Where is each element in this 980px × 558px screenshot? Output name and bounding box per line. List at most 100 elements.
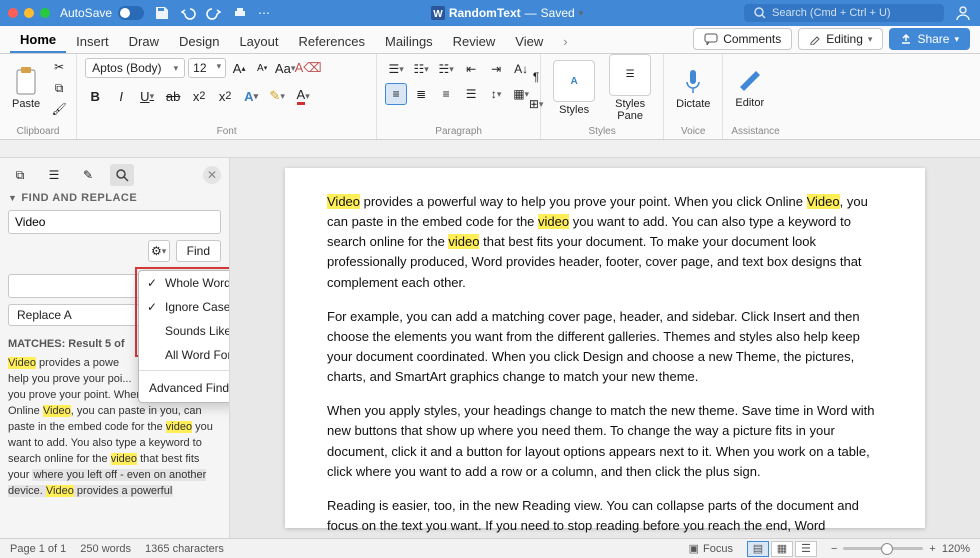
find-replace-title[interactable]: ▼FIND AND REPLACE (8, 192, 221, 204)
italic-button[interactable]: I (111, 86, 131, 106)
minimize-window[interactable] (24, 8, 34, 18)
align-left-icon[interactable]: ≡ (385, 83, 407, 105)
multilevel-icon[interactable]: ☵▾ (435, 58, 457, 80)
font-size-select[interactable]: 12▾ (188, 58, 226, 78)
close-sidebar-icon[interactable]: ✕ (203, 166, 221, 184)
tab-layout[interactable]: Layout (229, 30, 288, 53)
highlight-icon[interactable]: ✎▾ (267, 86, 287, 106)
advanced-find-replace[interactable]: Advanced Find & Replace... (139, 374, 230, 402)
option-ignore-case[interactable]: Ignore Case (139, 295, 230, 319)
tab-references[interactable]: References (289, 30, 375, 53)
word-doc-icon: W (431, 6, 445, 20)
find-replace-sidebar: ⧉ ☰ ✎ ✕ ▼FIND AND REPLACE ⚙▾ Find Replac… (0, 158, 230, 538)
zoom-slider[interactable] (843, 547, 923, 550)
editor-button[interactable]: Editor (731, 65, 768, 111)
paste-button[interactable]: Paste (8, 64, 44, 112)
font-family-select[interactable]: Aptos (Body)▾ (85, 58, 185, 78)
option-sounds-like[interactable]: Sounds Like (139, 319, 230, 343)
line-spacing-icon[interactable]: ↕▾ (485, 83, 507, 105)
menu-separator (139, 370, 230, 371)
thumbnails-tab-icon[interactable]: ⧉ (8, 164, 32, 186)
maximize-window[interactable] (40, 8, 50, 18)
paragraph[interactable]: Video provides a powerful way to help yo… (327, 192, 883, 293)
share-button[interactable]: Share ▾ (889, 28, 970, 50)
review-tab-icon[interactable]: ✎ (76, 164, 100, 186)
tab-home[interactable]: Home (10, 28, 66, 53)
ruler[interactable] (0, 140, 980, 158)
font-color-icon[interactable]: A▾ (293, 86, 313, 106)
clear-format-icon[interactable]: A⌫ (298, 58, 318, 78)
close-window[interactable] (8, 8, 18, 18)
format-painter-icon[interactable]: 🖌 (50, 100, 68, 118)
redo-icon[interactable] (206, 5, 222, 21)
borders-icon[interactable]: ⊞▾ (525, 93, 547, 115)
grow-font-icon[interactable]: A▴ (229, 58, 249, 78)
tab-overflow-icon[interactable]: › (553, 30, 577, 53)
copy-icon[interactable]: ⧉ (50, 79, 68, 97)
dictate-button[interactable]: Dictate (672, 64, 714, 112)
tab-review[interactable]: Review (443, 30, 506, 53)
view-mode-buttons: ▤ ▦ ☰ (747, 541, 817, 557)
shrink-font-icon[interactable]: A▾ (252, 58, 272, 78)
headings-tab-icon[interactable]: ☰ (42, 164, 66, 186)
align-right-icon[interactable]: ≡ (435, 83, 457, 105)
align-center-icon[interactable]: ≣ (410, 83, 432, 105)
quick-access-toolbar: ⋯ (154, 5, 270, 21)
find-input[interactable] (8, 210, 221, 234)
tab-view[interactable]: View (505, 30, 553, 53)
char-count[interactable]: 1365 characters (145, 543, 224, 555)
chevron-down-icon: ▾ (954, 34, 959, 45)
paragraph[interactable]: When you apply styles, your headings cha… (327, 401, 883, 482)
search-box[interactable]: Search (Cmd + Ctrl + U) (744, 4, 944, 22)
paragraph[interactable]: Reading is easier, too, in the new Readi… (327, 496, 883, 538)
option-whole-word[interactable]: Whole Word Only (139, 271, 230, 295)
focus-mode-button[interactable]: ▣ Focus (689, 542, 733, 555)
cut-icon[interactable]: ✂ (50, 58, 68, 76)
tab-insert[interactable]: Insert (66, 30, 119, 53)
search-icon (754, 7, 766, 19)
option-all-word-forms[interactable]: All Word Forms (139, 343, 230, 367)
document-page[interactable]: Video provides a powerful way to help yo… (285, 168, 925, 528)
bullets-icon[interactable]: ☰▾ (385, 58, 407, 80)
account-icon[interactable] (954, 4, 972, 22)
voice-label: Voice (672, 124, 714, 137)
comments-button[interactable]: Comments (693, 28, 792, 50)
save-icon[interactable] (154, 5, 170, 21)
change-case-icon[interactable]: Aa▾ (275, 58, 295, 78)
strikethrough-button[interactable]: ab (163, 86, 183, 106)
text-effects-icon[interactable]: A▾ (241, 86, 261, 106)
web-layout-view[interactable]: ▦ (771, 541, 793, 557)
zoom-out-button[interactable]: − (831, 543, 837, 555)
find-options-gear-icon[interactable]: ⚙▾ (148, 240, 170, 262)
zoom-percent[interactable]: 120% (942, 543, 970, 555)
indent-left-icon[interactable]: ⇤ (460, 58, 482, 80)
search-tab-icon[interactable] (110, 164, 134, 186)
tab-draw[interactable]: Draw (119, 30, 169, 53)
subscript-button[interactable]: x2 (189, 86, 209, 106)
indent-right-icon[interactable]: ⇥ (485, 58, 507, 80)
numbering-icon[interactable]: ☷▾ (410, 58, 432, 80)
find-button[interactable]: Find (176, 240, 221, 262)
more-qat-icon[interactable]: ⋯ (258, 6, 270, 20)
justify-icon[interactable]: ☰ (460, 83, 482, 105)
tab-mailings[interactable]: Mailings (375, 30, 443, 53)
print-icon[interactable] (232, 5, 248, 21)
word-count[interactable]: 250 words (80, 543, 131, 555)
zoom-in-button[interactable]: + (929, 543, 935, 555)
paragraph-group: ☰▾ ☷▾ ☵▾ ⇤ ⇥ A↓ ≡ ≣ ≡ ☰ ↕▾ ▦▾ ¶ ⊞▾ Parag… (377, 54, 541, 139)
bold-button[interactable]: B (85, 86, 105, 106)
chevron-down-icon[interactable]: ▾ (579, 8, 584, 19)
document-viewport[interactable]: Video provides a powerful way to help yo… (230, 158, 980, 538)
underline-button[interactable]: U▾ (137, 86, 157, 106)
tab-design[interactable]: Design (169, 30, 229, 53)
page-indicator[interactable]: Page 1 of 1 (10, 543, 66, 555)
superscript-button[interactable]: x2 (215, 86, 235, 106)
editing-mode-button[interactable]: Editing ▾ (798, 28, 883, 50)
paragraph[interactable]: For example, you can add a matching cove… (327, 307, 883, 388)
autosave-toggle[interactable]: AutoSave (60, 6, 144, 20)
print-layout-view[interactable]: ▤ (747, 541, 769, 557)
undo-icon[interactable] (180, 5, 196, 21)
outline-view[interactable]: ☰ (795, 541, 817, 557)
show-marks-icon[interactable]: ¶ (525, 66, 547, 88)
autosave-switch[interactable] (118, 6, 144, 20)
